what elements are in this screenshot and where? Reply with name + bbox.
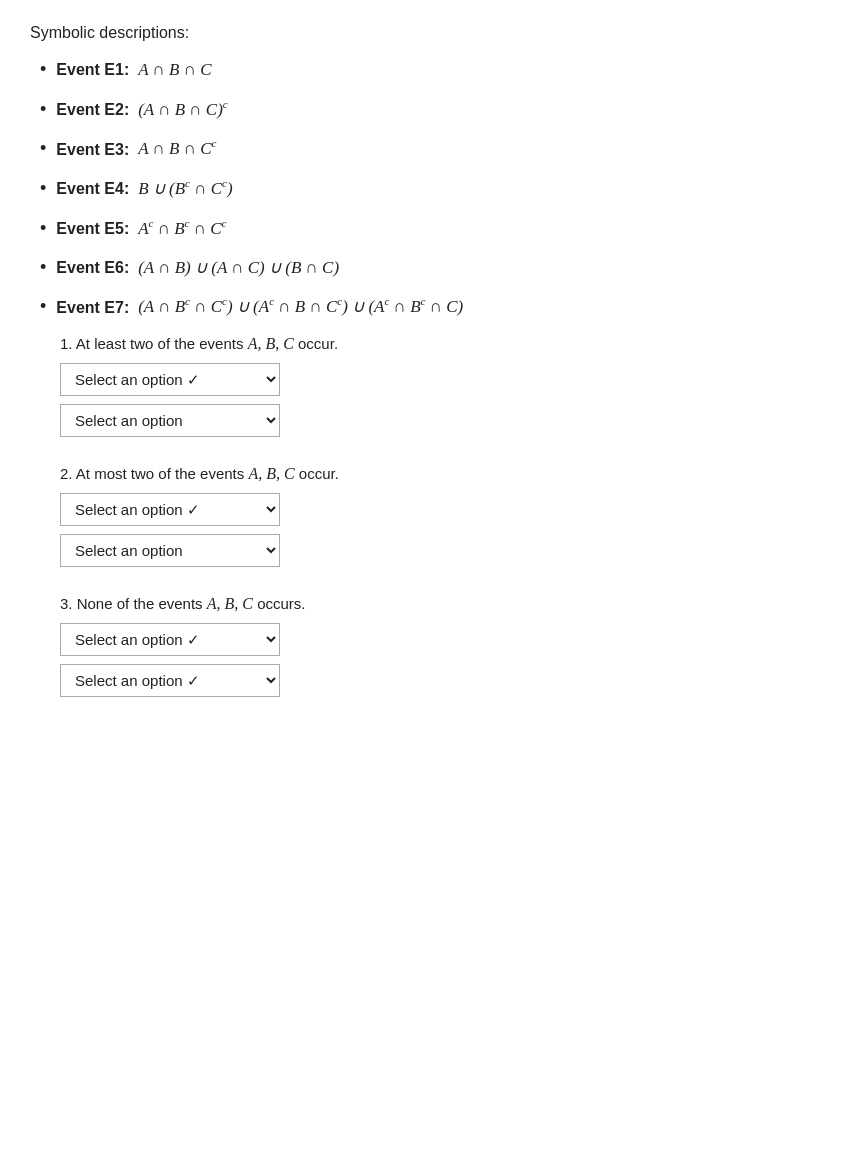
bullet-e6: • [40,258,46,276]
question-3-text: 3. None of the events A, B, C occurs. [60,595,821,613]
question-2-select1-wrapper: Select an option ✓ E1 E2 E3 E4 E5 E6 E7 [60,493,821,526]
event-item-e2: • Event E2: (A ∩ B ∩ C)c [40,98,821,120]
event-item-e6: • Event E6: (A ∩ B) ∪ (A ∩ C) ∪ (B ∩ C) [40,257,821,278]
event-item-e4: • Event E4: B ∪ (Bc ∩ Cc) [40,177,821,199]
question-1: 1. At least two of the events A, B, C oc… [60,335,821,437]
question-1-select1-wrapper: Select an option ✓ E1 E2 E3 E4 E5 E6 E7 [60,363,821,396]
question-3-select2[interactable]: Select an option ✓ E1 E2 E3 E4 E5 E6 E7 [60,664,280,697]
question-3-select1[interactable]: Select an option ✓ E1 E2 E3 E4 E5 E6 E7 [60,623,280,656]
question-2-select2-wrapper: Select an option E1 E2 E3 E4 E5 E6 E7 [60,534,821,567]
question-3-select2-wrapper: Select an option ✓ E1 E2 E3 E4 E5 E6 E7 [60,664,821,697]
question-2: 2. At most two of the events A, B, C occ… [60,465,821,567]
bullet-e5: • [40,219,46,237]
question-1-select2-wrapper: Select an option E1 E2 E3 E4 E5 E6 E7 [60,404,821,437]
bullet-e7: • [40,297,46,315]
question-3-select1-wrapper: Select an option ✓ E1 E2 E3 E4 E5 E6 E7 [60,623,821,656]
event-item-e7: • Event E7: (A ∩ Bc ∩ Cc) ∪ (Ac ∩ B ∩ Cc… [40,296,821,318]
page-title: Symbolic descriptions: [30,24,821,42]
question-1-select1[interactable]: Select an option ✓ E1 E2 E3 E4 E5 E6 E7 [60,363,280,396]
bullet-e1: • [40,60,46,78]
event-list: • Event E1: A ∩ B ∩ C • Event E2: (A ∩ B… [40,60,821,317]
question-2-select1[interactable]: Select an option ✓ E1 E2 E3 E4 E5 E6 E7 [60,493,280,526]
question-2-select2[interactable]: Select an option E1 E2 E3 E4 E5 E6 E7 [60,534,280,567]
event-item-e3: • Event E3: A ∩ B ∩ Cc [40,138,821,160]
question-3: 3. None of the events A, B, C occurs. Se… [60,595,821,697]
bullet-e4: • [40,179,46,197]
bullet-e2: • [40,100,46,118]
event-item-e1: • Event E1: A ∩ B ∩ C [40,60,821,80]
question-2-text: 2. At most two of the events A, B, C occ… [60,465,821,483]
questions-section: 1. At least two of the events A, B, C oc… [60,335,821,697]
bullet-e3: • [40,139,46,157]
event-item-e5: • Event E5: Ac ∩ Bc ∩ Cc [40,217,821,239]
question-1-select2[interactable]: Select an option E1 E2 E3 E4 E5 E6 E7 [60,404,280,437]
question-1-text: 1. At least two of the events A, B, C oc… [60,335,821,353]
